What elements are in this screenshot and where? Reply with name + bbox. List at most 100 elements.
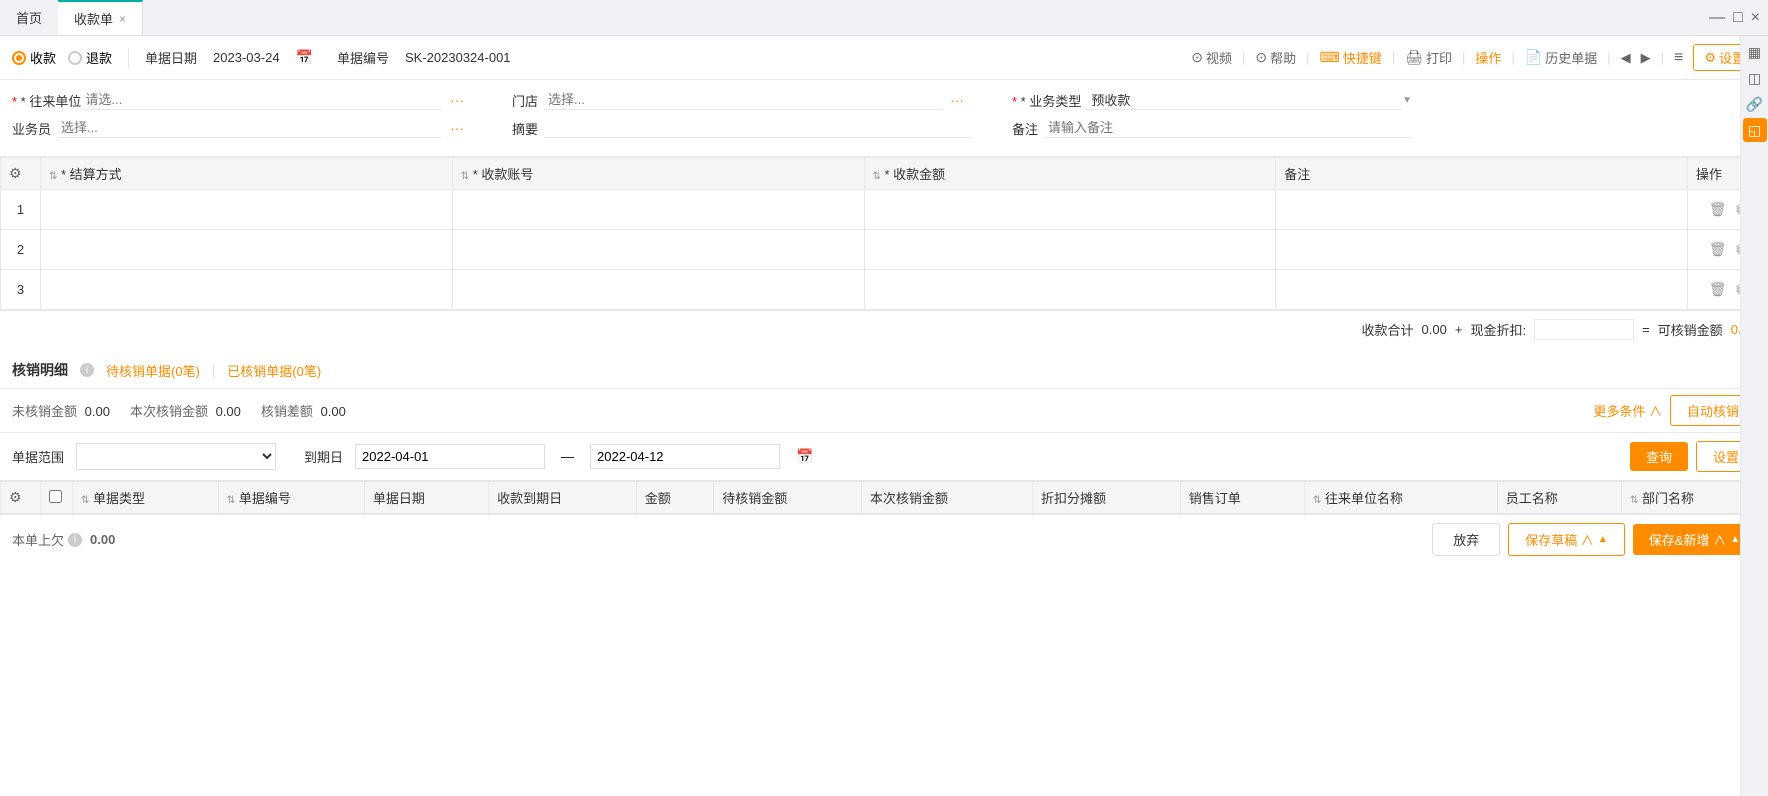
verify-checkbox-header[interactable]: [41, 482, 73, 514]
ops-label: 操作: [1475, 48, 1501, 67]
row3-amount[interactable]: [864, 270, 1276, 310]
save-draft-button[interactable]: 保存草稿 ∧ ▲: [1508, 523, 1625, 556]
row1-account[interactable]: [452, 190, 864, 230]
verify-info-icon[interactable]: i: [80, 363, 94, 377]
row1-delete-icon[interactable]: 🗑: [1709, 201, 1727, 217]
row2-account[interactable]: [452, 230, 864, 270]
discount-label: 现金折扣:: [1470, 320, 1526, 339]
radio-refund-dot: [68, 51, 82, 65]
help-btn[interactable]: ⊙ 帮助: [1255, 48, 1296, 67]
save-draft-arrow[interactable]: ▲: [1598, 534, 1608, 545]
plus-sign: +: [1455, 322, 1463, 337]
row1-note[interactable]: [1276, 190, 1688, 230]
verify-staff-header: 员工名称: [1497, 482, 1621, 514]
row3-account-input[interactable]: [453, 270, 864, 309]
ops-btn[interactable]: 操作: [1475, 48, 1501, 67]
row3-delete-icon[interactable]: 🗑: [1709, 281, 1727, 297]
done-tab[interactable]: 已核销单据(0笔): [227, 361, 321, 380]
table-row: 1 🗑 ⧉: [1, 190, 1768, 230]
row2-note[interactable]: [1276, 230, 1688, 270]
menu-icon[interactable]: ≡: [1674, 49, 1683, 67]
row1-amount-input[interactable]: [865, 190, 1276, 229]
history-btn[interactable]: 📄 历史单据: [1525, 48, 1597, 67]
minimize-icon[interactable]: —: [1709, 9, 1725, 27]
verify-table-settings-header[interactable]: ⚙: [1, 482, 41, 514]
staff-more-icon[interactable]: ···: [450, 120, 464, 136]
row3-paymethod-input[interactable]: [41, 270, 452, 309]
row1-account-input[interactable]: [453, 190, 864, 229]
sidebar-icon-2[interactable]: ◫: [1743, 66, 1767, 90]
calendar-from-icon[interactable]: 📅: [796, 448, 813, 465]
print-btn[interactable]: 🖨 打印: [1405, 48, 1452, 67]
row3-paymethod[interactable]: [41, 270, 453, 310]
business-type-input[interactable]: [1087, 90, 1402, 110]
more-conditions-btn[interactable]: 更多条件 ∧: [1593, 401, 1662, 420]
row2-amount[interactable]: [864, 230, 1276, 270]
save-new-arrow[interactable]: ▲: [1730, 534, 1740, 545]
row2-paymethod-input[interactable]: [41, 230, 452, 269]
row1-paymethod-input[interactable]: [41, 190, 452, 229]
calendar-icon[interactable]: 📅: [296, 49, 313, 66]
uncleared-value: 0.00: [85, 404, 110, 419]
date-to-input[interactable]: [590, 444, 780, 469]
table-settings-header[interactable]: ⚙: [1, 158, 41, 190]
tab-receipt[interactable]: 收款单 ×: [58, 0, 143, 35]
sidebar-icon-4[interactable]: ◱: [1743, 118, 1767, 142]
row2-delete-icon[interactable]: 🗑: [1709, 241, 1727, 257]
counterparty-more-icon[interactable]: ···: [450, 92, 464, 108]
pending-tab[interactable]: 待核销单据(0笔): [106, 361, 200, 380]
date-from-input[interactable]: [355, 444, 545, 469]
bottom-info: 本单上欠 i 0.00: [12, 530, 115, 549]
prev-icon[interactable]: ◀: [1621, 50, 1631, 66]
next-icon[interactable]: ▶: [1641, 50, 1651, 66]
verify-gear-icon[interactable]: ⚙: [9, 489, 22, 505]
store-input[interactable]: [544, 90, 942, 110]
table-gear-icon[interactable]: ⚙: [9, 165, 22, 181]
diff-stat: 核销差额 0.00: [261, 401, 346, 420]
row2-note-input[interactable]: [1276, 230, 1687, 269]
business-type-arrow[interactable]: ▼: [1402, 95, 1412, 106]
counterparty-input[interactable]: [81, 90, 442, 110]
query-btn[interactable]: 查询: [1630, 442, 1688, 471]
filter-range-label: 单据范围: [12, 447, 64, 466]
toolbar-right: ⊙ 视频 | ⊙ 帮助 | ⌨ 快捷键 | 🖨 打印 | 操作 |: [1191, 44, 1756, 71]
staff-label: 业务员: [12, 119, 51, 138]
row3-amount-input[interactable]: [865, 270, 1276, 309]
row3-account[interactable]: [452, 270, 864, 310]
verify-table: ⚙ ⇅ 单据类型 ⇅ 单据编号: [0, 481, 1768, 514]
row3-note[interactable]: [1276, 270, 1688, 310]
row2-amount-input[interactable]: [865, 230, 1276, 269]
tab-home[interactable]: 首页: [0, 0, 58, 35]
sidebar-icon-3[interactable]: 🔗: [1743, 92, 1767, 116]
filter-range-select[interactable]: [76, 443, 276, 470]
row1-amount[interactable]: [864, 190, 1276, 230]
save-new-button[interactable]: 保存&新增 ∧ ▲: [1633, 524, 1756, 555]
verify-select-all[interactable]: [49, 490, 62, 503]
summary-input[interactable]: [544, 118, 972, 138]
row2-paymethod[interactable]: [41, 230, 453, 270]
store-more-icon[interactable]: ···: [950, 92, 964, 108]
sidebar-icon-1[interactable]: ▦: [1743, 40, 1767, 64]
close-window-icon[interactable]: ×: [1751, 9, 1760, 27]
table-note-header: 备注: [1276, 158, 1688, 190]
row1-note-input[interactable]: [1276, 190, 1687, 229]
verify-doctype-header: ⇅ 单据类型: [73, 482, 219, 514]
radio-receipt[interactable]: 收款: [12, 48, 56, 67]
bottom-actions: 放弃 保存草稿 ∧ ▲ 保存&新增 ∧ ▲: [1432, 523, 1756, 556]
maximize-icon[interactable]: □: [1733, 9, 1743, 27]
note-input[interactable]: [1044, 118, 1412, 138]
staff-input[interactable]: [57, 118, 442, 138]
discount-input[interactable]: [1534, 319, 1634, 340]
tab-separator: |: [212, 363, 215, 378]
row2-account-input[interactable]: [453, 230, 864, 269]
tab-close-icon[interactable]: ×: [119, 12, 126, 26]
diff-value: 0.00: [321, 404, 346, 419]
this-order-info-icon[interactable]: i: [68, 533, 82, 547]
shortcut-btn[interactable]: ⌨ 快捷键: [1320, 48, 1382, 67]
video-btn[interactable]: ⊙ 视频: [1191, 48, 1232, 67]
radio-refund[interactable]: 退款: [68, 48, 112, 67]
row1-paymethod[interactable]: [41, 190, 453, 230]
row3-note-input[interactable]: [1276, 270, 1687, 309]
current-value: 0.00: [216, 404, 241, 419]
discard-button[interactable]: 放弃: [1432, 523, 1500, 556]
